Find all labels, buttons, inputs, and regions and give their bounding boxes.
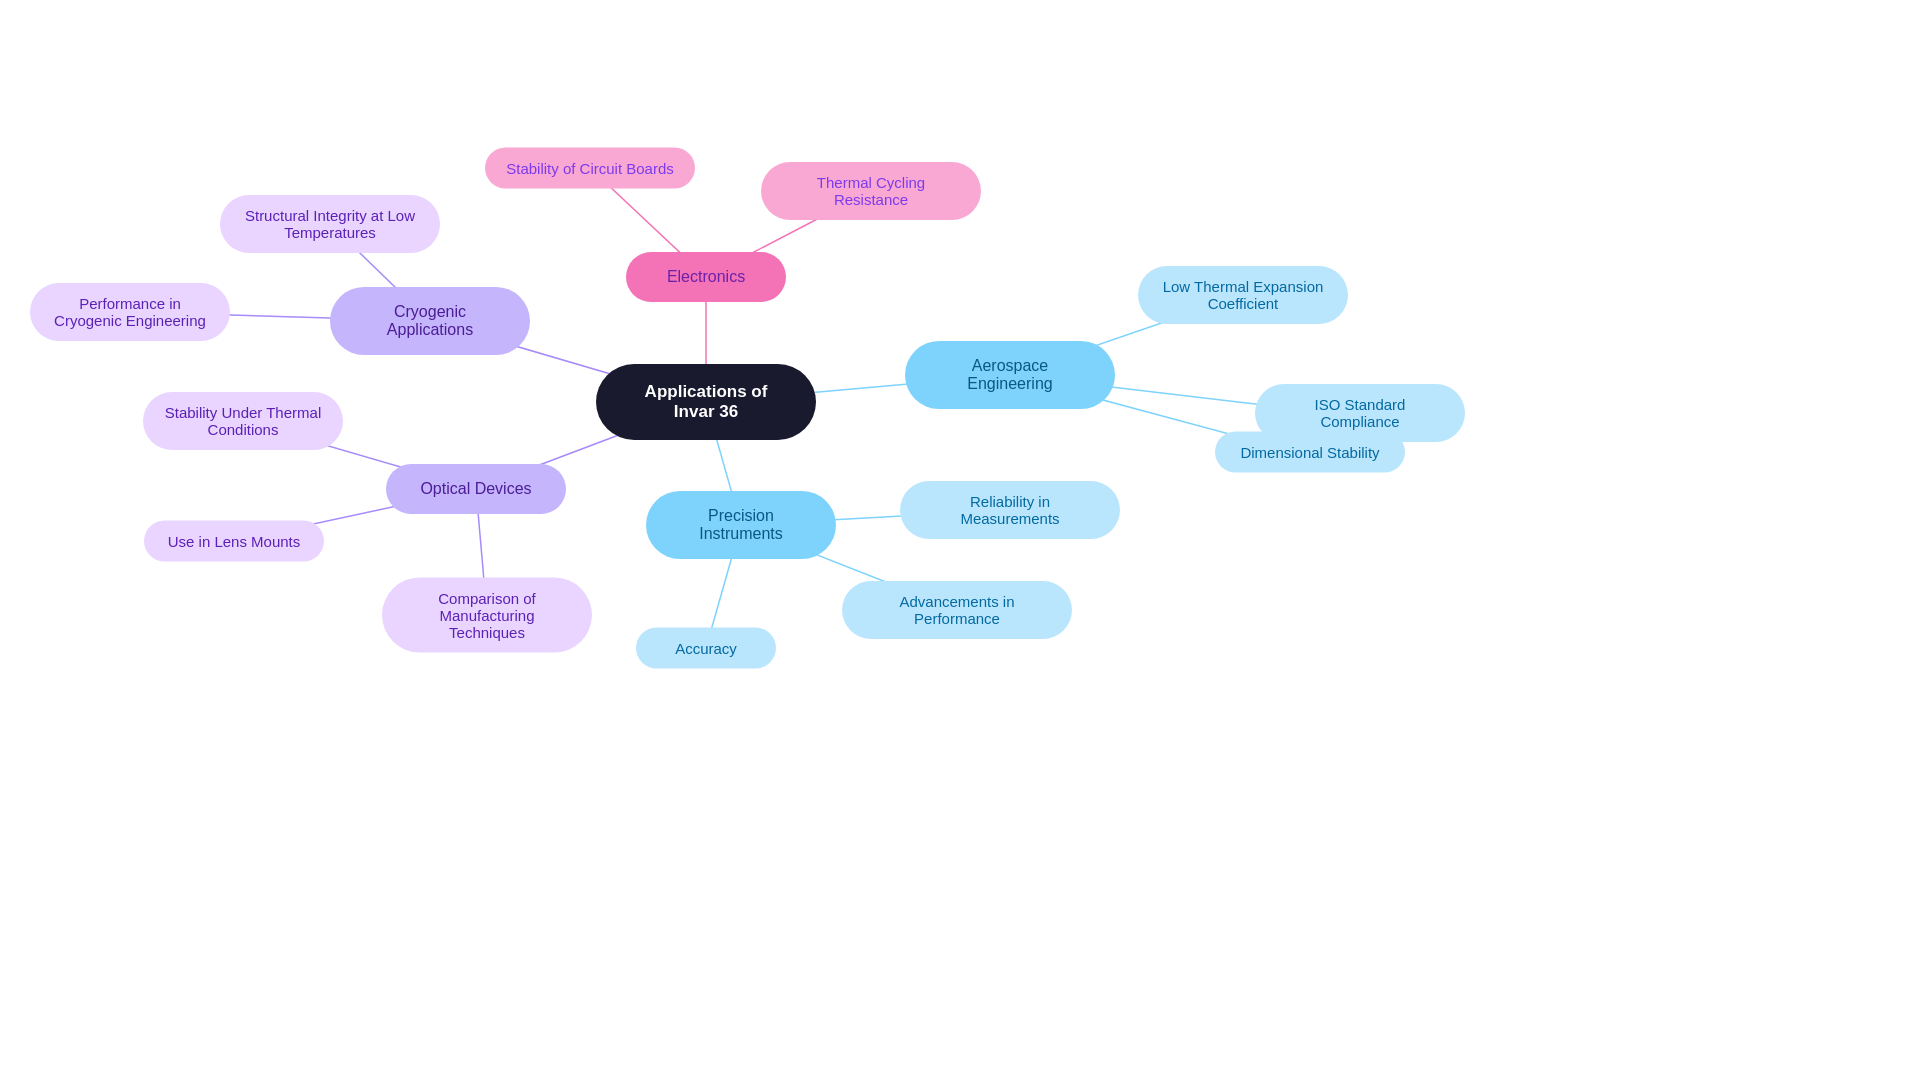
dimensional-stability-node[interactable]: Dimensional Stability (1215, 432, 1405, 473)
optical-devices-label: Optical Devices (420, 480, 531, 498)
thermal-cycling-node[interactable]: Thermal Cycling Resistance (761, 162, 981, 220)
thermal-cycling-label: Thermal Cycling Resistance (781, 174, 961, 208)
stability-circuit-label: Stability of Circuit Boards (506, 160, 674, 177)
optical-devices-node[interactable]: Optical Devices (386, 464, 566, 514)
comparison-mfg-label: Comparison of Manufacturing Techniques (402, 590, 572, 641)
low-thermal-node[interactable]: Low Thermal Expansion Coefficient (1138, 266, 1348, 324)
comparison-mfg-node[interactable]: Comparison of Manufacturing Techniques (382, 578, 592, 653)
lens-mount-node[interactable]: Use in Lens Mounts (144, 521, 324, 562)
stability-circuit-node[interactable]: Stability of Circuit Boards (485, 148, 695, 189)
aerospace-node[interactable]: Aerospace Engineering (905, 341, 1115, 409)
cryogenic-apps-label: Cryogenic Applications (358, 303, 502, 339)
cryogenic-apps-node[interactable]: Cryogenic Applications (330, 287, 530, 355)
electronics-node[interactable]: Electronics (626, 252, 786, 302)
center-node[interactable]: Applications of Invar 36 (596, 364, 816, 440)
aerospace-label: Aerospace Engineering (933, 357, 1087, 393)
structural-integrity-node[interactable]: Structural Integrity at Low Temperatures (220, 195, 440, 253)
electronics-label: Electronics (667, 268, 745, 286)
reliability-node[interactable]: Reliability in Measurements (900, 481, 1120, 539)
precision-instruments-node[interactable]: Precision Instruments (646, 491, 836, 559)
precision-instruments-label: Precision Instruments (674, 507, 808, 543)
dimensional-stability-label: Dimensional Stability (1240, 444, 1379, 461)
advancements-label: Advancements in Performance (862, 593, 1052, 627)
lens-mount-label: Use in Lens Mounts (168, 533, 301, 550)
structural-integrity-label: Structural Integrity at Low Temperatures (240, 207, 420, 241)
reliability-label: Reliability in Measurements (920, 493, 1100, 527)
low-thermal-label: Low Thermal Expansion Coefficient (1158, 278, 1328, 312)
iso-standard-label: ISO Standard Compliance (1275, 396, 1445, 430)
performance-cryo-label: Performance in Cryogenic Engineering (50, 295, 210, 329)
accuracy-label: Accuracy (675, 640, 737, 657)
stability-thermal-node[interactable]: Stability Under Thermal Conditions (143, 392, 343, 450)
stability-thermal-label: Stability Under Thermal Conditions (163, 404, 323, 438)
accuracy-node[interactable]: Accuracy (636, 628, 776, 669)
advancements-node[interactable]: Advancements in Performance (842, 581, 1072, 639)
performance-cryo-node[interactable]: Performance in Cryogenic Engineering (30, 283, 230, 341)
center-label: Applications of Invar 36 (632, 382, 780, 422)
